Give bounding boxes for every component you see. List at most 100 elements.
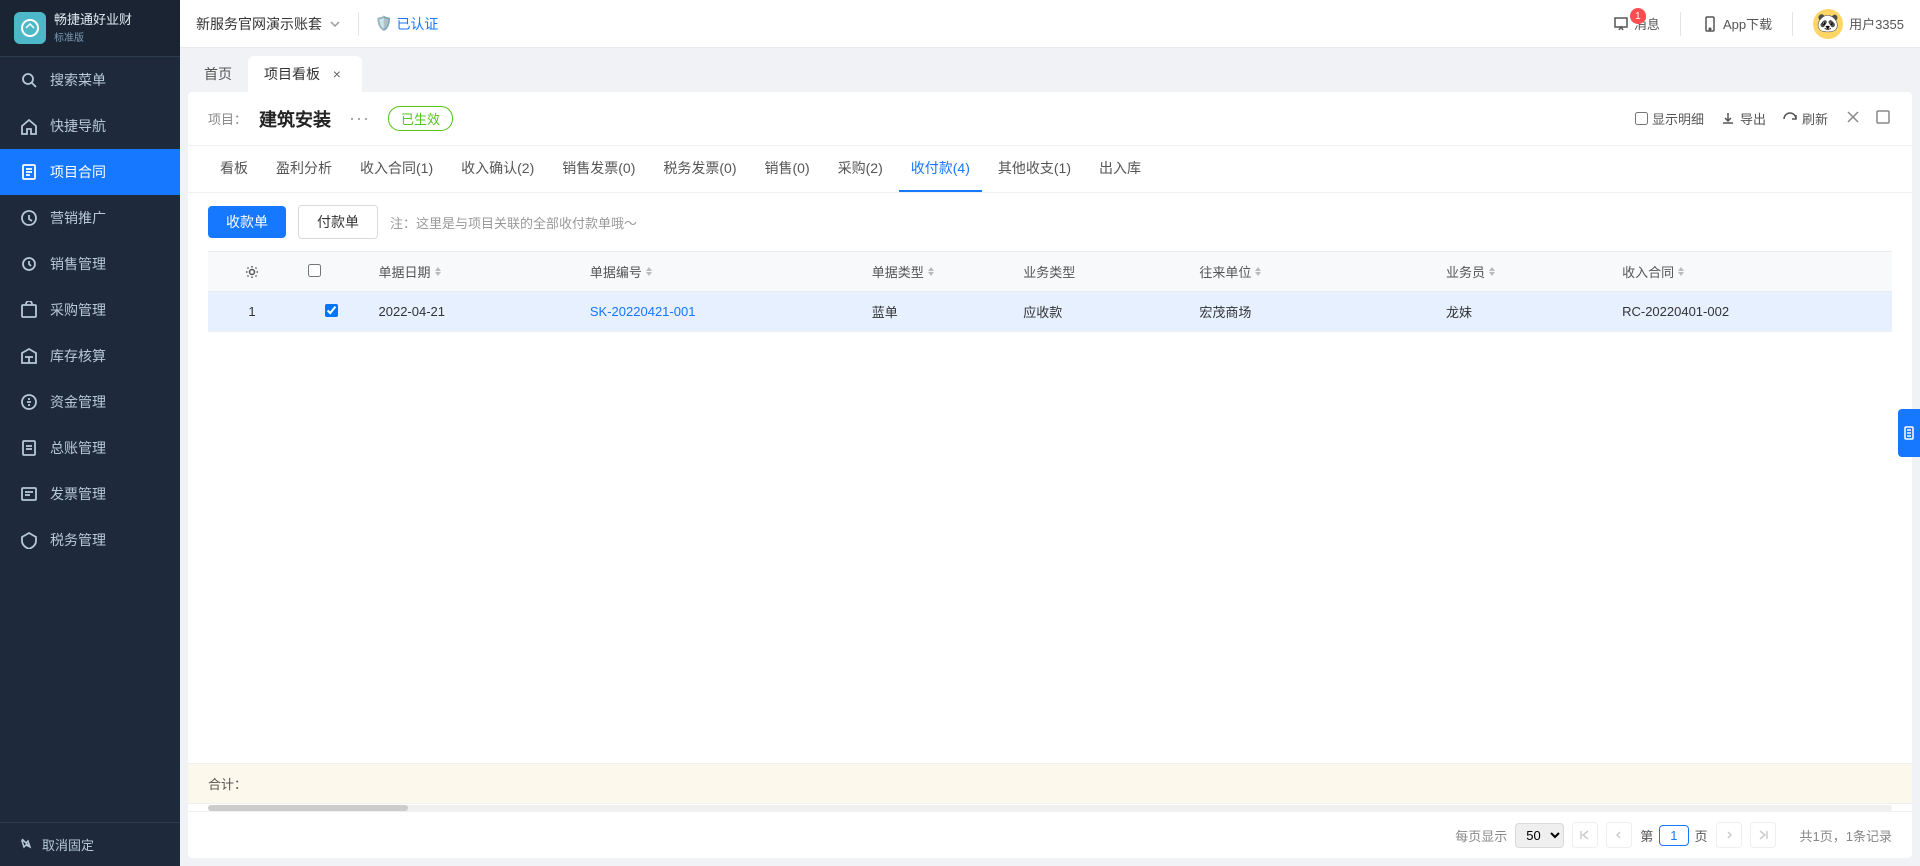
app-logo-icon	[14, 12, 46, 44]
sidebar-item-finance[interactable]: 资金管理	[0, 379, 180, 425]
sub-tab-sales-invoice[interactable]: 销售发票(0)	[550, 146, 647, 192]
user-menu[interactable]: 🐼 用户3355	[1813, 9, 1904, 39]
tab-project-board[interactable]: 项目看板 ×	[248, 56, 362, 92]
last-page-btn[interactable]	[1750, 822, 1776, 848]
sidebar-item-ledger[interactable]: 总账管理	[0, 425, 180, 471]
table-header: 单据日期 单据编号	[208, 252, 1892, 292]
sidebar-item-label: 税务管理	[50, 530, 106, 550]
home-icon	[18, 115, 40, 137]
fu-kuan-dan-btn[interactable]: 付款单	[298, 205, 378, 239]
first-page-btn[interactable]	[1572, 822, 1598, 848]
per-page-select[interactable]: 50	[1515, 823, 1564, 848]
export-btn[interactable]: 导出	[1720, 109, 1766, 128]
chevron-down-icon	[328, 17, 342, 31]
sub-tab-inout[interactable]: 出入库	[1087, 146, 1153, 192]
certified-label: 已认证	[396, 14, 438, 34]
content-toolbar: 收款单 付款单 注：这里是与项目关联的全部收付款单哦～	[188, 193, 1912, 251]
sidebar-item-tax[interactable]: 税务管理	[0, 517, 180, 563]
phone-icon	[1701, 15, 1719, 33]
cell-index: 1	[208, 292, 296, 332]
cell-check[interactable]	[296, 292, 366, 332]
sub-tab-kanban[interactable]: 看板	[208, 146, 260, 192]
cell-biztype: 应收款	[1011, 292, 1187, 332]
refresh-icon	[1782, 111, 1798, 127]
prev-page-btn[interactable]	[1606, 822, 1632, 848]
sub-tab-other[interactable]: 其他收支(1)	[986, 146, 1083, 192]
tab-close-btn[interactable]: ×	[328, 65, 346, 83]
topbar-right: 消息 1 App下载 🐼 用户3355	[1612, 9, 1904, 39]
account-selector[interactable]: 新服务官网演示账套	[196, 14, 342, 34]
sort-partner-icon[interactable]	[1255, 267, 1261, 276]
maximize-btn[interactable]	[1874, 108, 1892, 129]
side-panel-toggle[interactable]	[1898, 409, 1920, 457]
sidebar-item-quicknav[interactable]: 快捷导航	[0, 103, 180, 149]
sidebar-item-sales[interactable]: 销售管理	[0, 241, 180, 287]
cell-no-link[interactable]: SK-20220421-001	[590, 304, 696, 319]
cell-date: 2022-04-21	[367, 292, 578, 332]
topbar-divider3	[1792, 12, 1793, 36]
sort-salesman-icon[interactable]	[1489, 267, 1495, 276]
sub-tab-income-contract[interactable]: 收入合同(1)	[348, 146, 445, 192]
account-name: 新服务官网演示账套	[196, 14, 322, 34]
tab-home[interactable]: 首页	[188, 56, 248, 92]
table-footer: 合计：	[188, 763, 1912, 803]
sub-tab-payment[interactable]: 收付款(4)	[899, 146, 982, 192]
cell-partner: 宏茂商场	[1187, 292, 1434, 332]
data-table: 单据日期 单据编号	[208, 251, 1892, 332]
show-detail-label: 显示明细	[1652, 109, 1704, 128]
sidebar-item-label: 采购管理	[50, 300, 106, 320]
col-date-header: 单据日期	[367, 252, 578, 292]
message-btn[interactable]: 消息 1	[1612, 14, 1660, 33]
col-settings[interactable]	[208, 252, 296, 292]
more-options-btn[interactable]: ···	[343, 104, 376, 133]
sidebar-item-marketing[interactable]: 营销推广	[0, 195, 180, 241]
sub-tab-sales[interactable]: 销售(0)	[753, 146, 822, 192]
refresh-btn[interactable]: 刷新	[1782, 109, 1828, 128]
col-partner-header: 往来单位	[1187, 252, 1434, 292]
purchase-icon	[18, 299, 40, 321]
tab-bar: 首页 项目看板 ×	[188, 56, 1912, 92]
close-btn[interactable]	[1844, 108, 1862, 129]
cell-contract: RC-20220401-002	[1610, 292, 1892, 332]
select-all-checkbox[interactable]	[308, 264, 321, 277]
content-area: 首页 项目看板 × 项目： 建筑安装 ··· 已生效 显示明	[180, 48, 1920, 866]
export-icon	[1720, 111, 1736, 127]
tax-icon	[18, 529, 40, 551]
topbar: 新服务官网演示账套 🛡️ 已认证 消息 1 App下载	[180, 0, 1920, 48]
sub-tab-profit[interactable]: 盈利分析	[264, 146, 344, 192]
sidebar-item-label: 发票管理	[50, 484, 106, 504]
finance-icon	[18, 391, 40, 413]
sidebar-nav: 搜索菜单 快捷导航 项目合同 营销推广 销售管理	[0, 57, 180, 822]
next-page-btn[interactable]	[1716, 822, 1742, 848]
sort-date-icon[interactable]	[435, 267, 441, 276]
scrollbar-thumb[interactable]	[208, 805, 408, 811]
sidebar-item-invoice[interactable]: 发票管理	[0, 471, 180, 517]
sort-no-icon[interactable]	[646, 267, 652, 276]
page-header-actions: 显示明细 导出 刷新	[1635, 108, 1892, 129]
sub-tab-tax-invoice[interactable]: 税务发票(0)	[651, 146, 748, 192]
sidebar-unpin[interactable]: 取消固定	[0, 822, 180, 866]
show-detail-checkbox[interactable]	[1635, 112, 1648, 125]
sidebar-item-label: 资金管理	[50, 392, 106, 412]
sidebar-logo: 畅捷通好业财 标准版	[0, 0, 180, 57]
sidebar-item-project-contract[interactable]: 项目合同	[0, 149, 180, 195]
sidebar-item-purchase[interactable]: 采购管理	[0, 287, 180, 333]
shou-kuan-dan-btn[interactable]: 收款单	[208, 206, 286, 238]
scrollbar-area	[188, 803, 1912, 811]
username: 用户3355	[1849, 14, 1904, 33]
ledger-icon	[18, 437, 40, 459]
table-row[interactable]: 1 2022-04-21 SK-20220421-001 蓝单 应收款 宏茂商场…	[208, 292, 1892, 332]
sort-contract-icon[interactable]	[1678, 267, 1684, 276]
search-icon	[18, 69, 40, 91]
sidebar: 畅捷通好业财 标准版 搜索菜单 快捷导航 项目合同	[0, 0, 180, 866]
sub-tab-income-confirm[interactable]: 收入确认(2)	[449, 146, 546, 192]
cell-type: 蓝单	[860, 292, 1012, 332]
sidebar-item-search[interactable]: 搜索菜单	[0, 57, 180, 103]
app-download-btn[interactable]: App下载	[1701, 14, 1772, 33]
sidebar-item-inventory[interactable]: 库存核算	[0, 333, 180, 379]
topbar-divider2	[1680, 12, 1681, 36]
show-detail-action[interactable]: 显示明细	[1635, 109, 1704, 128]
sub-tab-purchase[interactable]: 采购(2)	[826, 146, 895, 192]
current-page: 1	[1659, 825, 1688, 846]
sort-type-icon[interactable]	[928, 267, 934, 276]
